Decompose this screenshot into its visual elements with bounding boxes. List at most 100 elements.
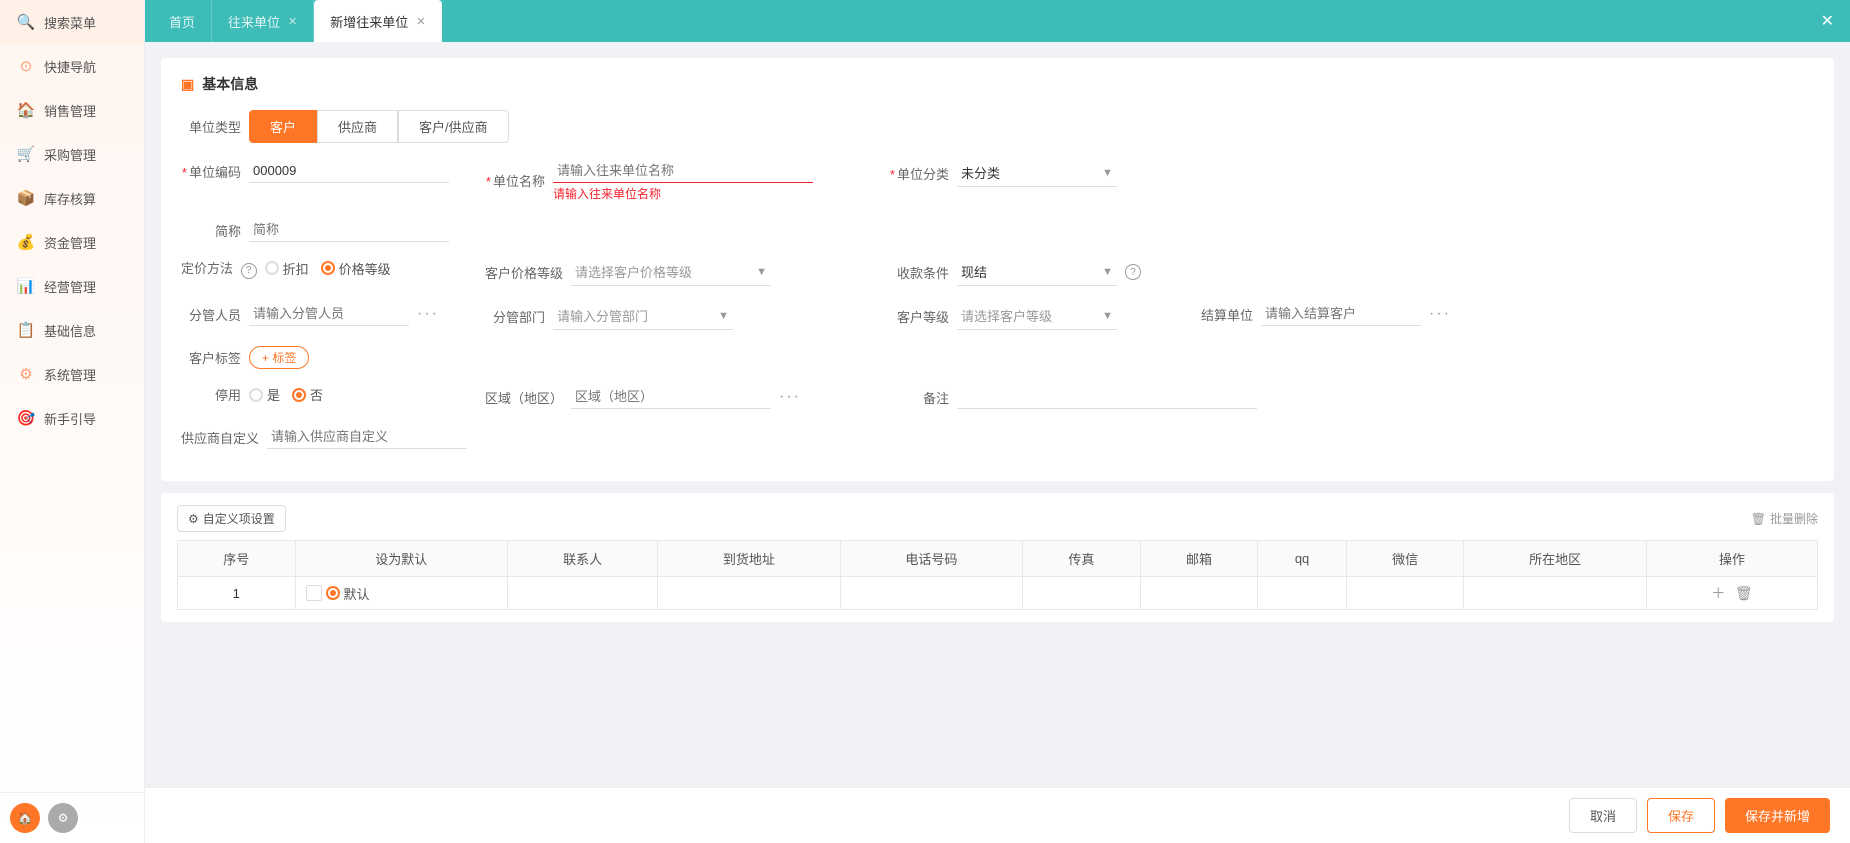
shortname-input[interactable] (249, 218, 449, 242)
settlement-input[interactable] (1261, 302, 1421, 326)
customer-level-select[interactable]: 请选择客户等级 ▼ (957, 302, 1117, 330)
tab-home-label: 首页 (169, 12, 195, 31)
customize-settings-button[interactable]: ⚙ 自定义项设置 (177, 505, 286, 532)
radio-discount-dot (265, 261, 279, 275)
batch-delete-button[interactable]: 🗑 批量删除 (1751, 510, 1818, 527)
customer-level-field: 客户等级 请选择客户等级 ▼ (889, 302, 1169, 330)
region-more[interactable]: ··· (779, 388, 801, 406)
sales-icon: 🏠 (16, 100, 36, 120)
purchase-icon: 🛒 (16, 144, 36, 164)
radio-price-level[interactable]: 价格等级 (321, 259, 391, 278)
cell-phone (840, 577, 1023, 610)
unit-category-field: *单位分类 未分类 ▼ (889, 159, 1169, 187)
save-button[interactable]: 保存 (1647, 798, 1715, 833)
sidebar-item-finance[interactable]: 💰 资金管理 (0, 220, 144, 264)
settlement-more[interactable]: ··· (1429, 305, 1451, 323)
manager-row: 分管人员 ··· 分管部门 请输入分管部门 ▼ 客户等级 请选择客户等级 (181, 302, 1814, 330)
unit-type-customer[interactable]: 客户 (249, 110, 317, 143)
region-label: 区域（地区） (485, 388, 563, 407)
col-action: 操作 (1646, 541, 1817, 577)
supplier-custom-field: 供应商自定义 (181, 425, 467, 449)
sidebar-item-sales[interactable]: 🏠 销售管理 (0, 88, 144, 132)
unit-code-input[interactable] (249, 159, 449, 183)
sidebar-item-purchase[interactable]: 🛒 采购管理 (0, 132, 144, 176)
supplier-custom-input[interactable] (267, 425, 467, 449)
default-radio[interactable]: 默认 (326, 584, 370, 603)
row-checkbox[interactable] (306, 585, 322, 601)
sidebar-item-quicknav[interactable]: ⊙ 快捷导航 (0, 44, 144, 88)
sidebar-item-basic[interactable]: 📋 基础信息 (0, 308, 144, 352)
tag-label: 客户标签 (181, 348, 241, 367)
cancel-button[interactable]: 取消 (1569, 798, 1637, 833)
payment-help-icon[interactable]: ? (1125, 264, 1141, 280)
unit-category-select[interactable]: 未分类 ▼ (957, 159, 1117, 187)
tab-partners-label: 往来单位 (228, 12, 280, 31)
unit-name-label: *单位名称 (485, 171, 545, 190)
pricing-help-icon[interactable]: ? (241, 263, 257, 279)
tab-new-partner[interactable]: 新增往来单位 ✕ (314, 0, 442, 42)
shortname-field: 简称 (181, 218, 461, 242)
customer-price-select[interactable]: 请选择客户价格等级 ▼ (571, 258, 771, 286)
save-new-button[interactable]: 保存并新增 (1725, 798, 1830, 833)
sidebar-item-label: 搜索菜单 (44, 13, 96, 32)
dept-chevron: ▼ (718, 310, 729, 322)
radio-no[interactable]: 否 (292, 385, 323, 404)
pricing-row: 定价方法 ? 折扣 价格等级 客户 (181, 258, 1814, 286)
section-icon: ▣ (181, 76, 194, 93)
disabled-radio-group: 是 否 (249, 385, 323, 404)
unit-type-field: 单位类型 客户 供应商 客户/供应商 (181, 110, 509, 143)
radio-discount-label: 折扣 (283, 259, 309, 278)
payment-condition-select[interactable]: 现结 ▼ (957, 258, 1117, 286)
region-input[interactable] (571, 385, 771, 409)
unit-type-supplier[interactable]: 供应商 (317, 110, 398, 143)
settings-btn-label: 自定义项设置 (203, 510, 275, 527)
sidebar-item-inventory[interactable]: 📦 库存核算 (0, 176, 144, 220)
dept-select[interactable]: 请输入分管部门 ▼ (553, 302, 733, 330)
radio-price-level-label: 价格等级 (339, 259, 391, 278)
sidebar-item-system[interactable]: ⚙ 系统管理 (0, 352, 144, 396)
radio-discount[interactable]: 折扣 (265, 259, 309, 278)
radio-yes[interactable]: 是 (249, 385, 280, 404)
manager-field: 分管人员 ··· (181, 302, 461, 326)
shortname-row: 简称 (181, 218, 1814, 242)
manager-more[interactable]: ··· (417, 305, 439, 323)
default-label: 默认 (344, 584, 370, 603)
disabled-label: 停用 (181, 385, 241, 404)
unit-category-label: *单位分类 (889, 164, 949, 183)
dept-placeholder: 请输入分管部门 (557, 306, 648, 325)
tab-home[interactable]: 首页 (153, 0, 212, 42)
unit-category-value: 未分类 (961, 163, 1000, 182)
radio-price-level-dot (321, 261, 335, 275)
payment-condition-label: 收款条件 (889, 263, 949, 282)
remarks-input[interactable] (957, 385, 1257, 409)
footer-bar: 取消 保存 保存并新增 (145, 787, 1850, 843)
col-email: 邮箱 (1140, 541, 1258, 577)
settings-avatar: ⚙ (48, 803, 78, 833)
tabs-close-all[interactable]: ✕ (1813, 11, 1842, 31)
row-add-button[interactable]: ＋ (1708, 585, 1728, 601)
tag-add-button[interactable]: + 标签 (249, 346, 309, 369)
remarks-label: 备注 (889, 388, 949, 407)
cell-address (658, 577, 841, 610)
row-delete-button[interactable]: 🗑 (1732, 585, 1756, 601)
section-title-text: 基本信息 (202, 74, 258, 94)
manager-input[interactable] (249, 302, 409, 326)
tab-new-partner-close[interactable]: ✕ (416, 15, 425, 28)
pricing-method-field: 定价方法 ? 折扣 价格等级 (181, 258, 461, 279)
section-title: ▣ 基本信息 (181, 74, 1814, 94)
cell-qq (1258, 577, 1347, 610)
tab-partners-close[interactable]: ✕ (288, 15, 297, 28)
pricing-radio-group: 折扣 价格等级 (265, 259, 391, 278)
cell-region (1464, 577, 1647, 610)
sidebar-item-guide[interactable]: 🎯 新手引导 (0, 396, 144, 440)
unit-code-field: *单位编码 (181, 159, 461, 183)
unit-name-input[interactable] (553, 159, 813, 183)
customer-level-label: 客户等级 (889, 307, 949, 326)
unit-type-both[interactable]: 客户/供应商 (398, 110, 509, 143)
tab-partners[interactable]: 往来单位 ✕ (212, 0, 314, 42)
sidebar-item-search[interactable]: 🔍 搜索菜单 (0, 0, 144, 44)
customer-level-placeholder: 请选择客户等级 (961, 306, 1052, 325)
sidebar-item-operation[interactable]: 📊 经营管理 (0, 264, 144, 308)
col-region: 所在地区 (1464, 541, 1647, 577)
sidebar-item-label: 基础信息 (44, 321, 96, 340)
